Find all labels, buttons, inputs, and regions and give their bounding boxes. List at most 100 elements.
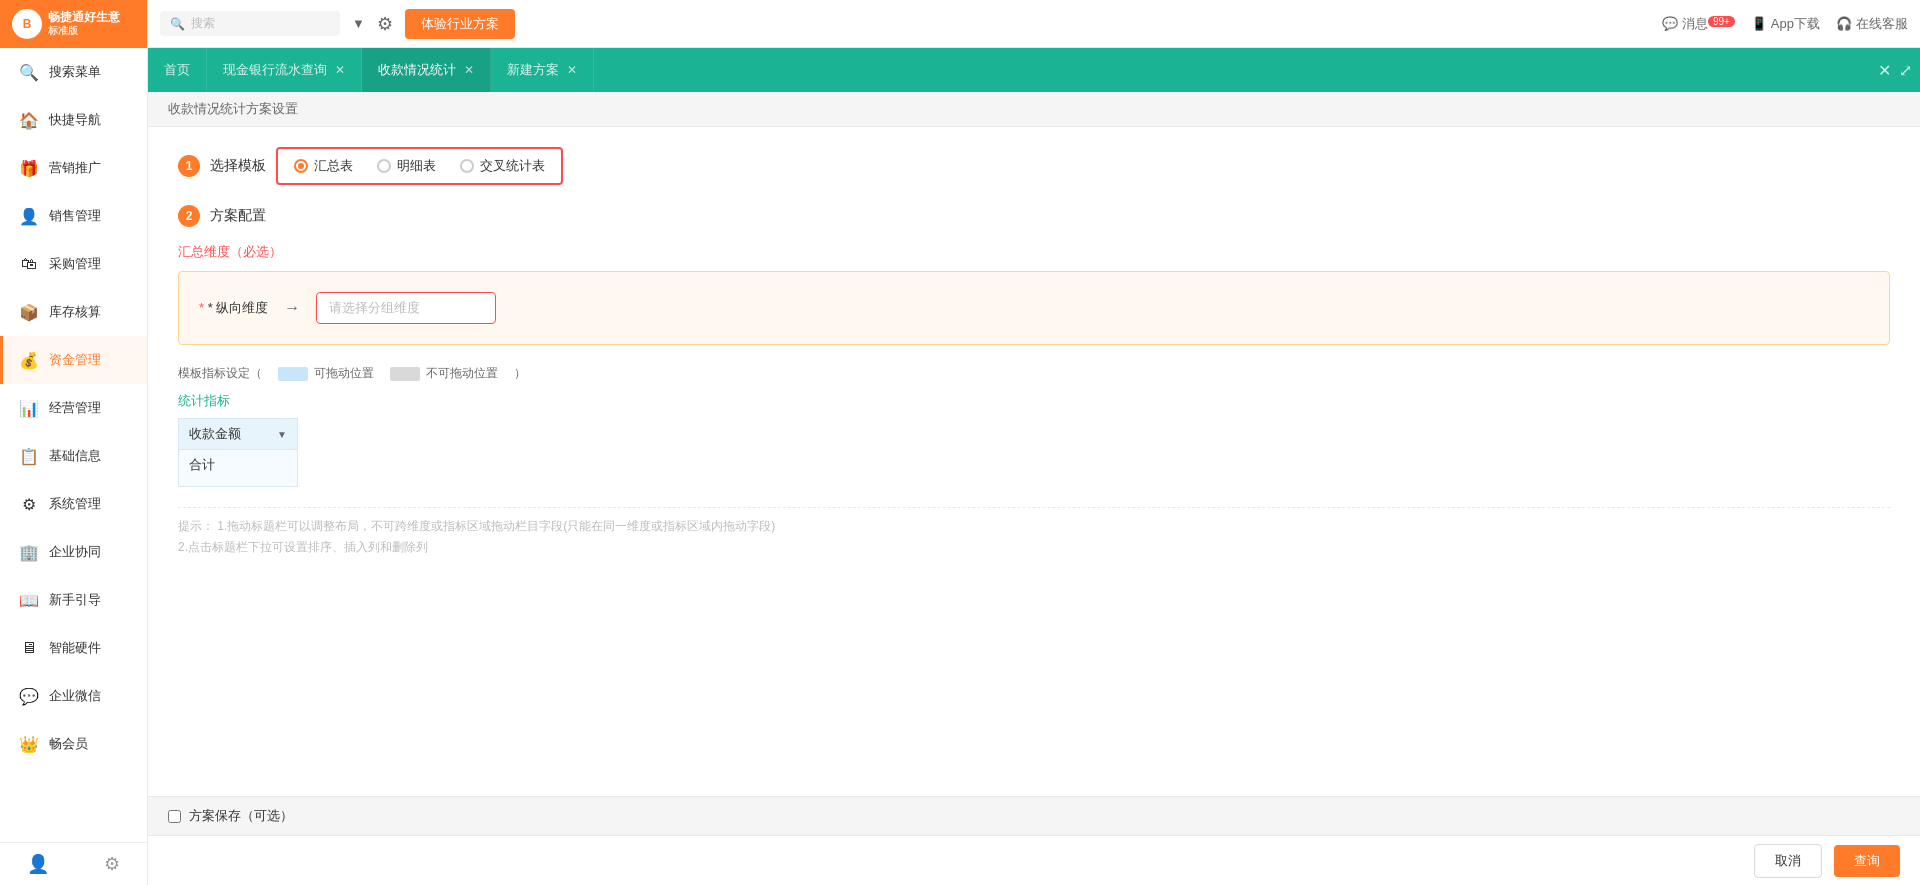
- dimension-row: * * 纵向维度 → 请选择分组维度: [199, 292, 1869, 324]
- search-label: 搜索菜单: [49, 63, 101, 81]
- tab-home[interactable]: 首页: [148, 48, 207, 92]
- sidebar-bottom: 👤 ⚙: [0, 842, 147, 885]
- sidebar: B 畅捷通好生意 标准版 🔍 搜索菜单 🏠 快捷导航 🎁 营销推广 👤 销售管理…: [0, 0, 148, 885]
- metrics-legend-suffix: ）: [514, 365, 526, 382]
- main-content: 收款情况统计方案设置 1 选择模板 汇总表 明细表: [148, 92, 1920, 835]
- dimension-label: * * 纵向维度: [199, 299, 268, 317]
- tab-label-cash-flow: 现金银行流水查询: [223, 61, 327, 79]
- legend-draggable-dot: [278, 367, 308, 381]
- tab-close-payment-stats[interactable]: ✕: [464, 63, 474, 77]
- col-header-label: 收款金额: [189, 425, 241, 443]
- footer: 方案保存（可选）: [148, 796, 1920, 835]
- topbar-search-box[interactable]: 🔍 搜索: [160, 11, 340, 36]
- dimension-config: 汇总维度（必选） * * 纵向维度 → 请选择分组维度: [178, 243, 1890, 556]
- metrics-col-header[interactable]: 收款金额 ▼: [179, 419, 297, 450]
- step1-title: 选择模板: [210, 157, 266, 175]
- tab-new-plan[interactable]: 新建方案 ✕: [491, 48, 594, 92]
- tab-close-new-plan[interactable]: ✕: [567, 63, 577, 77]
- radio-cross[interactable]: 交叉统计表: [460, 157, 545, 175]
- system-label: 系统管理: [49, 495, 101, 513]
- chevron-down-icon: ▼: [277, 429, 287, 440]
- user-icon: 👤: [27, 853, 49, 875]
- tabs-close-icon[interactable]: ✕: [1878, 61, 1891, 80]
- query-button[interactable]: 查询: [1834, 845, 1900, 877]
- sidebar-item-enterprise[interactable]: 🏢 企业协同: [0, 528, 147, 576]
- sidebar-item-basic[interactable]: 📋 基础信息: [0, 432, 147, 480]
- legend-fixed: 不可拖动位置: [390, 365, 498, 382]
- marketing-icon: 🎁: [19, 158, 39, 178]
- step2-title: 方案配置: [210, 207, 266, 225]
- sidebar-item-sales[interactable]: 👤 销售管理: [0, 192, 147, 240]
- dropdown-arrow: ▼: [352, 16, 365, 31]
- notification-item[interactable]: 💬 消息 99+: [1662, 15, 1735, 33]
- online-support-item[interactable]: 🎧 在线客服: [1836, 15, 1908, 33]
- funds-icon: 💰: [19, 350, 39, 370]
- tabs-bar: 首页 现金银行流水查询 ✕ 收款情况统计 ✕ 新建方案 ✕ ✕ ⤢: [148, 48, 1920, 92]
- sidebar-bottom-settings[interactable]: ⚙: [104, 853, 120, 875]
- cancel-button[interactable]: 取消: [1754, 844, 1822, 878]
- sidebar-item-wechat[interactable]: 💬 企业微信: [0, 672, 147, 720]
- tab-label-home: 首页: [164, 61, 190, 79]
- marketing-label: 营销推广: [49, 159, 101, 177]
- topbar-dropdown[interactable]: ▼: [352, 16, 365, 31]
- tab-payment-stats[interactable]: 收款情况统计 ✕: [362, 48, 491, 92]
- tab-close-cash-flow[interactable]: ✕: [335, 63, 345, 77]
- dimension-placeholder: 请选择分组维度: [329, 299, 483, 317]
- sidebar-item-quick-nav[interactable]: 🏠 快捷导航: [0, 96, 147, 144]
- legend-draggable: 可拖动位置: [278, 365, 374, 382]
- inventory-icon: 📦: [19, 302, 39, 322]
- purchase-label: 采购管理: [49, 255, 101, 273]
- sidebar-item-marketing[interactable]: 🎁 营销推广: [0, 144, 147, 192]
- sidebar-item-member[interactable]: 👑 畅会员: [0, 720, 147, 768]
- sidebar-item-hardware[interactable]: 🖥 智能硬件: [0, 624, 147, 672]
- sidebar-item-guide[interactable]: 📖 新手引导: [0, 576, 147, 624]
- support-icon: 🎧: [1836, 16, 1852, 31]
- logo-version: 标准版: [48, 24, 120, 38]
- search-icon: 🔍: [19, 62, 39, 82]
- enterprise-label: 企业协同: [49, 543, 101, 561]
- tab-cash-flow[interactable]: 现金银行流水查询 ✕: [207, 48, 362, 92]
- wechat-icon: 💬: [19, 686, 39, 706]
- settings-icon: ⚙: [104, 853, 120, 875]
- sidebar-item-purchase[interactable]: 🛍 采购管理: [0, 240, 147, 288]
- sidebar-logo: B 畅捷通好生意 标准版: [0, 0, 147, 48]
- metrics-section: 模板指标设定（ 可拖动位置 不可拖动位置 ） 统计指标: [178, 365, 1890, 556]
- sidebar-item-operations[interactable]: 📊 经营管理: [0, 384, 147, 432]
- sidebar-nav: 🔍 搜索菜单 🏠 快捷导航 🎁 营销推广 👤 销售管理 🛍 采购管理 📦 库存核…: [0, 48, 147, 842]
- hardware-icon: 🖥: [19, 638, 39, 658]
- app-download-item[interactable]: 📱 App下载: [1751, 15, 1820, 33]
- tabs-actions: ✕ ⤢: [1870, 48, 1920, 92]
- quick-nav-icon: 🏠: [19, 110, 39, 130]
- save-checkbox[interactable]: [168, 810, 181, 823]
- sidebar-item-funds[interactable]: 💰 资金管理: [0, 336, 147, 384]
- sidebar-bottom-user[interactable]: 👤: [27, 853, 49, 875]
- save-label: 方案保存（可选）: [189, 807, 293, 825]
- sidebar-item-search[interactable]: 🔍 搜索菜单: [0, 48, 147, 96]
- radio-detail-circle: [377, 159, 391, 173]
- app-download-label: App下载: [1771, 15, 1820, 33]
- inventory-label: 库存核算: [49, 303, 101, 321]
- operations-icon: 📊: [19, 398, 39, 418]
- radio-detail-label: 明细表: [397, 157, 436, 175]
- sidebar-item-system[interactable]: ⚙ 系统管理: [0, 480, 147, 528]
- sidebar-item-inventory[interactable]: 📦 库存核算: [0, 288, 147, 336]
- topbar-settings-icon[interactable]: ⚙: [377, 13, 393, 35]
- tab-label-payment-stats: 收款情况统计: [378, 61, 456, 79]
- tabs-expand-icon[interactable]: ⤢: [1899, 61, 1912, 80]
- radio-summary[interactable]: 汇总表: [294, 157, 353, 175]
- step1-header: 1 选择模板 汇总表 明细表 交叉统计表: [178, 147, 1890, 185]
- legend-fixed-dot: [390, 367, 420, 381]
- dimension-select[interactable]: 请选择分组维度: [316, 292, 496, 324]
- main-area: 🔍 搜索 ▼ ⚙ 体验行业方案 💬 消息 99+ 📱 App下载 🎧 在线客服: [148, 0, 1920, 885]
- step1-section: 1 选择模板 汇总表 明细表 交叉统计表: [178, 147, 1890, 185]
- radio-detail[interactable]: 明细表: [377, 157, 436, 175]
- guide-icon: 📖: [19, 590, 39, 610]
- step1-number: 1: [178, 155, 200, 177]
- search-placeholder: 搜索: [191, 15, 215, 32]
- operations-label: 经营管理: [49, 399, 101, 417]
- metrics-legend: 模板指标设定（ 可拖动位置 不可拖动位置 ）: [178, 365, 1890, 382]
- industry-btn[interactable]: 体验行业方案: [405, 9, 515, 39]
- tabs-spacer: [594, 48, 1870, 92]
- tab-label-new-plan: 新建方案: [507, 61, 559, 79]
- radio-summary-label: 汇总表: [314, 157, 353, 175]
